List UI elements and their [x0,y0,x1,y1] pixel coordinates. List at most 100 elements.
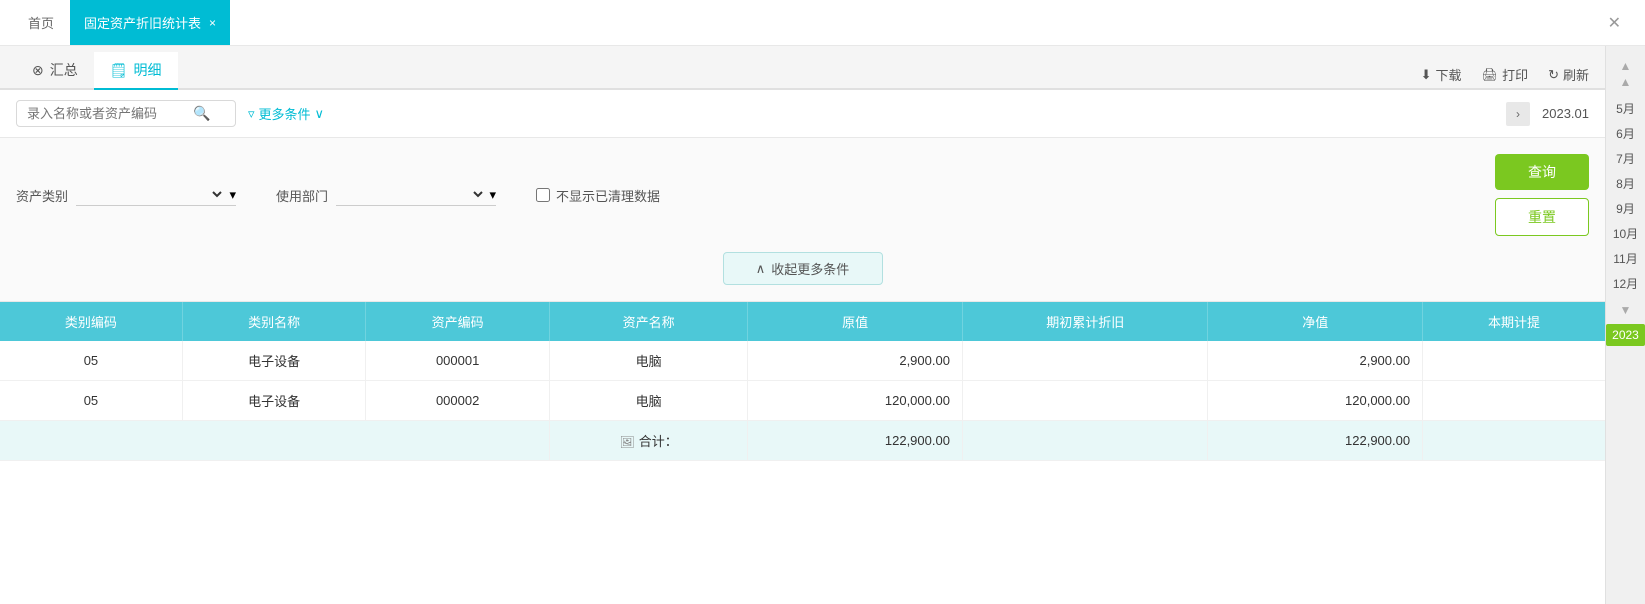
query-button[interactable]: 查询 [1495,154,1589,190]
asset-category-chevron: ▾ [229,187,236,203]
tab-close-icon[interactable]: × [209,16,216,30]
tab-detail-label: 明细 [134,60,162,80]
tab-summary[interactable]: ⊗ 汇总 [16,52,94,90]
department-select[interactable] [336,184,485,205]
filter-icon: ▿ [248,106,255,122]
total-label: 🖼合计： [549,421,747,461]
print-icon: 🖨 [1482,67,1499,83]
cell-accumulated-depreciation [962,381,1207,421]
department-field: 使用部门 ▾ [276,184,496,206]
asset-category-field: 资产类别 ▾ [16,184,236,206]
exclude-cleared-field: 不显示已清理数据 [536,186,660,205]
current-year-label: 2023 [1612,328,1639,342]
total-net-value: 122,900.00 [1208,421,1423,461]
up-arrow-icon2[interactable]: ▲ [1620,74,1632,90]
col-original-value: 原值 [748,302,963,341]
col-category-name: 类别名称 [182,302,366,341]
search-input[interactable] [27,106,187,121]
sidebar-month[interactable]: 12月 [1613,271,1638,296]
active-tab[interactable]: 固定资产折旧统计表 × [70,0,230,45]
cell-asset-code: 000001 [366,341,550,381]
tab-title: 固定资产折旧统计表 [84,13,201,32]
summary-icon: ⊗ [32,62,44,79]
data-table: 类别编码 类别名称 资产编码 资产名称 原值 期初累计折旧 净值 本期计提 05… [0,302,1605,461]
tab-summary-label: 汇总 [50,60,78,80]
cell-asset-name: 电脑 [549,341,747,381]
cell-original-value: 120,000.00 [748,381,963,421]
cell-asset-code: 000002 [366,381,550,421]
collapse-button[interactable]: ∧ 收起更多条件 [723,252,883,285]
window-close-button[interactable]: ✕ [1600,9,1629,37]
cell-net-value: 120,000.00 [1208,381,1423,421]
up-arrow-icon[interactable]: ▲ [1620,58,1632,74]
col-current-depreciation: 本期计提 [1423,302,1605,341]
tab-bar: ⊗ 汇总 🗒 明细 ⬇ 下载 🖨 打印 ↻ 刷新 [0,46,1605,90]
total-icon: 🖼 [619,435,634,449]
department-label: 使用部门 [276,186,328,205]
cell-asset-name: 电脑 [549,381,747,421]
sidebar-month[interactable]: 8月 [1613,171,1638,196]
cell-category-name: 电子设备 [182,341,366,381]
sidebar-month[interactable]: 6月 [1613,121,1638,146]
cell-accumulated-depreciation [962,341,1207,381]
cell-net-value: 2,900.00 [1208,341,1423,381]
total-original-value: 122,900.00 [748,421,963,461]
sidebar-scroll-up[interactable]: ▲ ▲ [1620,54,1632,94]
col-net-value: 净值 [1208,302,1423,341]
total-current-depreciation [1423,421,1605,461]
exclude-cleared-checkbox[interactable] [536,188,550,202]
asset-category-select-wrap: ▾ [76,184,236,206]
total-row: 🖼合计： 122,900.00 122,900.00 [0,421,1605,461]
download-icon: ⬇ [1421,67,1432,83]
advanced-filter-panel: 资产类别 ▾ 使用部门 ▾ [0,138,1605,302]
col-asset-name: 资产名称 [549,302,747,341]
sidebar-month[interactable]: 10月 [1613,221,1638,246]
chevron-down-icon: ∨ [315,106,325,122]
department-chevron: ▾ [490,187,497,203]
sidebar-month[interactable]: 5月 [1613,96,1638,121]
search-wrap: 🔍 [16,100,236,127]
exclude-cleared-label: 不显示已清理数据 [556,186,660,205]
tab-detail[interactable]: 🗒 明细 [94,52,178,90]
sidebar-month[interactable]: 7月 [1613,146,1638,171]
detail-icon: 🗒 [110,62,128,79]
sidebar-year-current[interactable]: 2023 [1606,324,1645,346]
table-header-row: 类别编码 类别名称 资产编码 资产名称 原值 期初累计折旧 净值 本期计提 [0,302,1605,341]
more-conditions-button[interactable]: ▿ 更多条件 ∨ [248,104,324,123]
data-table-wrap: 类别编码 类别名称 资产编码 资产名称 原值 期初累计折旧 净值 本期计提 05… [0,302,1605,604]
col-asset-code: 资产编码 [366,302,550,341]
department-select-wrap: ▾ [336,184,496,206]
reset-button[interactable]: 重置 [1495,198,1589,236]
sidebar-scroll-down[interactable]: ▼ [1620,298,1632,322]
sidebar-month[interactable]: 9月 [1613,196,1638,221]
date-nav-right[interactable]: › [1506,102,1530,126]
col-category-code: 类别编码 [0,302,182,341]
table-row: 05 电子设备 000001 电脑 2,900.00 2,900.00 [0,341,1605,381]
download-button[interactable]: ⬇ 下载 [1421,65,1462,84]
home-tab[interactable]: 首页 [16,13,66,32]
refresh-icon: ↻ [1548,67,1559,83]
date-label: 2023.01 [1542,106,1589,121]
cell-current-depreciation [1423,341,1605,381]
sidebar-month[interactable]: 11月 [1613,246,1638,271]
tab-actions: ⬇ 下载 🖨 打印 ↻ 刷新 [1421,65,1589,88]
collapse-icon: ∧ [756,261,766,277]
col-accumulated-depreciation: 期初累计折旧 [962,302,1207,341]
collapse-label: 收起更多条件 [771,259,849,278]
right-sidebar: ▲ ▲ 5月6月7月8月9月10月11月12月 ▼ 2023 [1605,46,1645,604]
download-label: 下载 [1436,65,1462,84]
cell-category-code: 05 [0,341,182,381]
asset-category-label: 资产类别 [16,186,68,205]
asset-category-select[interactable] [76,184,225,205]
down-arrow-icon[interactable]: ▼ [1620,302,1632,318]
search-icon[interactable]: 🔍 [193,105,210,122]
cell-original-value: 2,900.00 [748,341,963,381]
print-button[interactable]: 🖨 打印 [1482,65,1529,84]
filter-bar: 🔍 ▿ 更多条件 ∨ › 2023.01 [0,90,1605,138]
refresh-button[interactable]: ↻ 刷新 [1548,65,1589,84]
total-accumulated-depreciation [962,421,1207,461]
action-buttons: 查询 重置 [1495,154,1589,236]
more-conditions-label: 更多条件 [259,104,311,123]
cell-category-name: 电子设备 [182,381,366,421]
table-row: 05 电子设备 000002 电脑 120,000.00 120,000.00 [0,381,1605,421]
